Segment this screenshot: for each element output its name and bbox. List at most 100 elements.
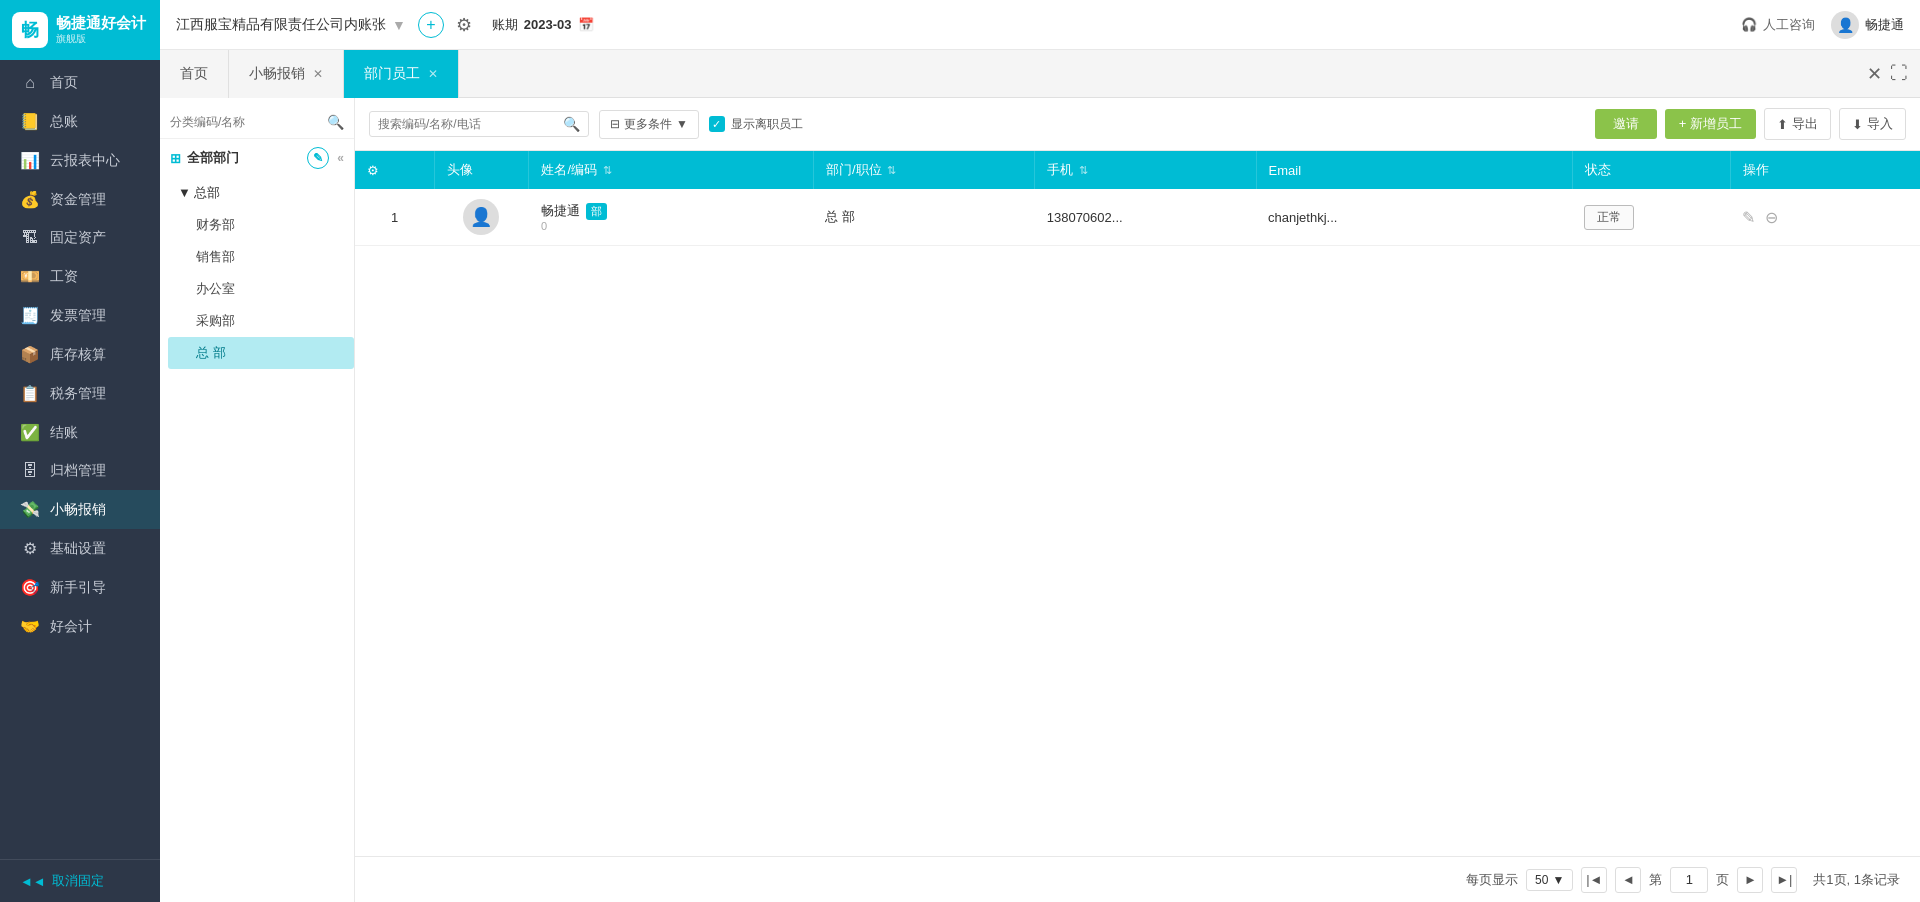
employee-table-wrap: ⚙ 头像 姓名/编码 ⇅ 部门/职位 ⇅ bbox=[355, 151, 1920, 856]
dept-edit-button[interactable]: ✎ bbox=[307, 147, 329, 169]
settings-button[interactable]: ⚙ bbox=[456, 14, 472, 36]
logo-icon: 畅 bbox=[12, 12, 48, 48]
page-body: 🔍 ⊞ 全部部门 ✎ « ▼ 总部 财务部 销售部 办公室 bbox=[160, 98, 1920, 902]
archive-icon: 🗄 bbox=[20, 462, 40, 480]
dept-item-zongbu-parent[interactable]: ▼ 总部 bbox=[168, 177, 354, 209]
sidebar-item-new-guide[interactable]: 🎯 新手引导 bbox=[0, 568, 160, 607]
col-header-settings[interactable]: ⚙ bbox=[355, 151, 434, 189]
cell-phone: 138070602... bbox=[1035, 189, 1256, 246]
xiaochang-icon: 💸 bbox=[20, 500, 40, 519]
edit-button[interactable]: ✎ bbox=[1742, 209, 1755, 226]
invite-button[interactable]: 邀请 bbox=[1595, 109, 1657, 139]
page-next-button[interactable]: ► bbox=[1737, 867, 1763, 893]
cell-avatar: 👤 bbox=[434, 189, 529, 246]
home-icon: ⌂ bbox=[20, 74, 40, 92]
dept-tree: ▼ 总部 财务部 销售部 办公室 采购部 总 部 bbox=[160, 177, 354, 369]
add-employee-button[interactable]: + 新增员工 bbox=[1665, 109, 1756, 139]
employee-search-input[interactable] bbox=[378, 117, 557, 131]
avatar: 👤 bbox=[463, 199, 499, 235]
sidebar-item-tax[interactable]: 📋 税务管理 bbox=[0, 374, 160, 413]
left-panel: 🔍 ⊞ 全部部门 ✎ « ▼ 总部 财务部 销售部 办公室 bbox=[160, 98, 355, 902]
topbar: 江西服宝精品有限责任公司内账张 ▼ + ⚙ 账期 2023-03 📅 🎧 人工咨… bbox=[160, 0, 1920, 50]
tab-close-xiaochang[interactable]: ✕ bbox=[313, 67, 323, 81]
col-header-dept[interactable]: 部门/职位 ⇅ bbox=[813, 151, 1034, 189]
table-row: 1 👤 畅捷通 部 0 总 部 138070602... chanjethkj.… bbox=[355, 189, 1920, 246]
employee-search-icon[interactable]: 🔍 bbox=[563, 116, 580, 132]
employee-search-box: 🔍 bbox=[369, 111, 589, 137]
sidebar-item-report[interactable]: 📊 云报表中心 bbox=[0, 141, 160, 180]
sidebar-item-ledger[interactable]: 📒 总账 bbox=[0, 102, 160, 141]
dept-item-bangong[interactable]: 办公室 bbox=[168, 273, 354, 305]
unpin-button[interactable]: ◄◄ 取消固定 bbox=[0, 859, 160, 902]
sidebar-item-inventory[interactable]: 📦 库存核算 bbox=[0, 335, 160, 374]
per-page-chevron-icon: ▼ bbox=[1552, 873, 1564, 887]
delete-button[interactable]: ⊖ bbox=[1765, 209, 1778, 226]
sidebar-item-home[interactable]: ⌂ 首页 bbox=[0, 64, 160, 102]
sort-name-icon[interactable]: ⇅ bbox=[603, 164, 612, 176]
right-panel: 🔍 ⊟ 更多条件 ▼ ✓ 显示离职员工 邀请 + 新增员工 ⬆ 导出 bbox=[355, 98, 1920, 902]
sidebar-item-basic-settings[interactable]: ⚙ 基础设置 bbox=[0, 529, 160, 568]
per-page-label: 每页显示 bbox=[1466, 871, 1518, 889]
sort-phone-icon[interactable]: ⇅ bbox=[1079, 164, 1088, 176]
grid-icon: ⊞ bbox=[170, 151, 181, 166]
sidebar-item-archive[interactable]: 🗄 归档管理 bbox=[0, 452, 160, 490]
filter-chevron-icon: ▼ bbox=[676, 117, 688, 131]
tab-home[interactable]: 首页 bbox=[160, 50, 229, 98]
user-menu[interactable]: 👤 畅捷通 bbox=[1831, 11, 1904, 39]
tab-close-button[interactable]: ✕ bbox=[1867, 63, 1882, 85]
service-button[interactable]: 🎧 人工咨询 bbox=[1741, 16, 1815, 34]
topbar-right: 🎧 人工咨询 👤 畅捷通 bbox=[1741, 11, 1904, 39]
export-button[interactable]: ⬆ 导出 bbox=[1764, 108, 1831, 140]
calendar-icon[interactable]: 📅 bbox=[578, 17, 594, 32]
dept-item-caigou[interactable]: 采购部 bbox=[168, 305, 354, 337]
dept-item-caiwu[interactable]: 财务部 bbox=[168, 209, 354, 241]
col-header-actions: 操作 bbox=[1730, 151, 1920, 189]
tab-expand-button[interactable]: ⛶ bbox=[1890, 63, 1908, 84]
main-content: 江西服宝精品有限责任公司内账张 ▼ + ⚙ 账期 2023-03 📅 🎧 人工咨… bbox=[160, 0, 1920, 902]
page-prev-button[interactable]: ◄ bbox=[1615, 867, 1641, 893]
cell-dept: 总 部 bbox=[813, 189, 1034, 246]
dept-item-zongbu[interactable]: 总 部 bbox=[168, 337, 354, 369]
sidebar-item-invoice[interactable]: 🧾 发票管理 bbox=[0, 296, 160, 335]
cell-num: 1 bbox=[355, 189, 434, 246]
import-button[interactable]: ⬇ 导入 bbox=[1839, 108, 1906, 140]
sidebar-item-fund[interactable]: 💰 资金管理 bbox=[0, 180, 160, 219]
col-header-name[interactable]: 姓名/编码 ⇅ bbox=[529, 151, 814, 189]
sidebar-item-salary[interactable]: 💴 工资 bbox=[0, 257, 160, 296]
all-departments-header[interactable]: ⊞ 全部部门 ✎ « bbox=[160, 139, 354, 177]
page-input[interactable] bbox=[1670, 867, 1708, 893]
sidebar-item-xiaochang[interactable]: 💸 小畅报销 bbox=[0, 490, 160, 529]
dept-collapse-button[interactable]: « bbox=[337, 151, 344, 165]
col-header-email: Email bbox=[1256, 151, 1572, 189]
sidebar-item-partner[interactable]: 🤝 好会计 bbox=[0, 607, 160, 646]
sidebar-item-fixed-asset[interactable]: 🏗 固定资产 bbox=[0, 219, 160, 257]
toolbar-right-actions: 邀请 + 新增员工 ⬆ 导出 ⬇ 导入 bbox=[1595, 108, 1906, 140]
dept-item-xiaoshou[interactable]: 销售部 bbox=[168, 241, 354, 273]
filter-button[interactable]: ⊟ 更多条件 ▼ bbox=[599, 110, 699, 139]
dept-search-input[interactable] bbox=[170, 115, 321, 129]
tab-close-dept-employee[interactable]: ✕ bbox=[428, 67, 438, 81]
ledger-icon: 📒 bbox=[20, 112, 40, 131]
pagination-bar: 每页显示 50 ▼ |◄ ◄ 第 页 ► ►| 共1页, 1条记录 bbox=[355, 856, 1920, 902]
add-company-button[interactable]: + bbox=[418, 12, 444, 38]
sidebar-item-checkout[interactable]: ✅ 结账 bbox=[0, 413, 160, 452]
col-header-phone[interactable]: 手机 ⇅ bbox=[1035, 151, 1256, 189]
dept-search-icon[interactable]: 🔍 bbox=[327, 114, 344, 130]
invoice-icon: 🧾 bbox=[20, 306, 40, 325]
headset-icon: 🎧 bbox=[1741, 17, 1757, 32]
tab-xiaochang[interactable]: 小畅报销 ✕ bbox=[229, 50, 344, 98]
show-resigned-checkbox[interactable]: ✓ 显示离职员工 bbox=[709, 116, 803, 133]
sidebar: 畅 畅捷通好会计 旗舰版 ⌂ 首页 📒 总账 📊 云报表中心 💰 资金管理 🏗 … bbox=[0, 0, 160, 902]
page-first-button[interactable]: |◄ bbox=[1581, 867, 1607, 893]
fund-icon: 💰 bbox=[20, 190, 40, 209]
page-label: 第 bbox=[1649, 871, 1662, 889]
avatar: 👤 bbox=[1831, 11, 1859, 39]
company-selector[interactable]: 江西服宝精品有限责任公司内账张 ▼ bbox=[176, 16, 406, 34]
tax-icon: 📋 bbox=[20, 384, 40, 403]
sidebar-nav: ⌂ 首页 📒 总账 📊 云报表中心 💰 资金管理 🏗 固定资产 💴 工资 🧾 发… bbox=[0, 60, 160, 859]
fixed-asset-icon: 🏗 bbox=[20, 229, 40, 247]
sort-dept-icon[interactable]: ⇅ bbox=[887, 164, 896, 176]
per-page-select[interactable]: 50 ▼ bbox=[1526, 869, 1573, 891]
page-last-button[interactable]: ►| bbox=[1771, 867, 1797, 893]
tab-dept-employee[interactable]: 部门员工 ✕ bbox=[344, 50, 459, 98]
